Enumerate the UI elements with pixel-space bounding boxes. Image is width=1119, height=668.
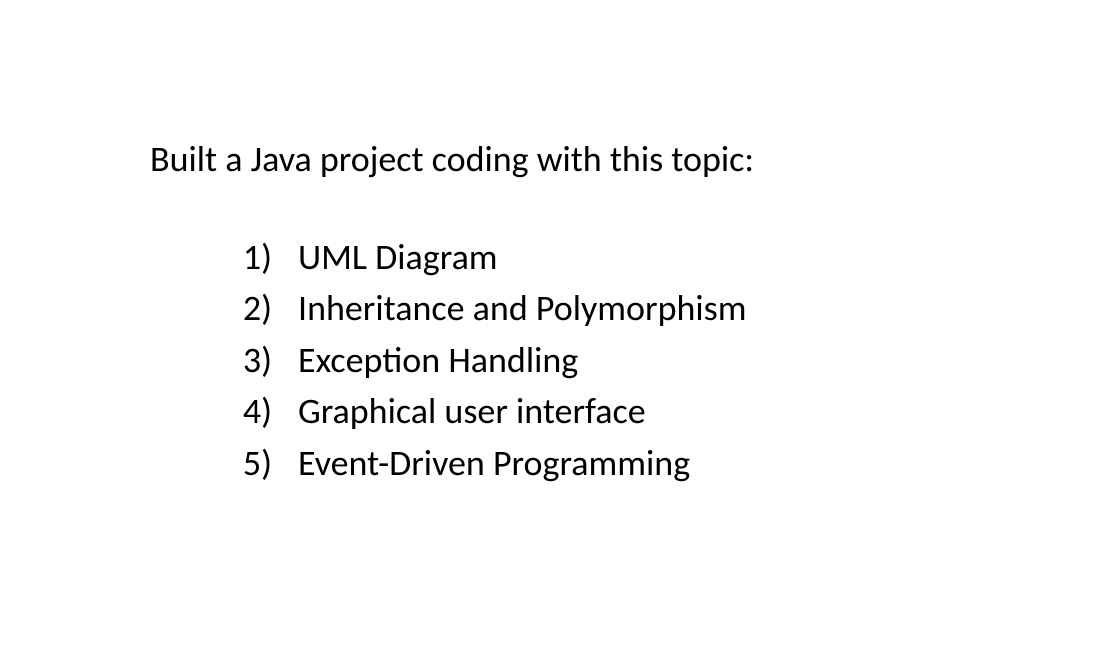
list-item: 1) UML Diagram (210, 232, 747, 282)
list-text: Inheritance and Polymorphism (272, 283, 747, 333)
document-heading: Built a Java project coding with this to… (150, 137, 754, 181)
list-number: 4) (210, 386, 272, 436)
list-item: 5) Event-Driven Programming (210, 438, 747, 488)
list-number: 1) (210, 232, 272, 282)
list-number: 3) (210, 335, 272, 385)
list-text: UML Diagram (272, 232, 498, 282)
list-item: 4) Graphical user interface (210, 386, 747, 436)
topic-list: 1) UML Diagram 2) Inheritance and Polymo… (210, 232, 747, 489)
list-text: Graphical user interface (272, 386, 646, 436)
list-item: 3) Exception Handling (210, 335, 747, 385)
list-text: Exception Handling (272, 335, 578, 385)
list-number: 5) (210, 438, 272, 488)
list-item: 2) Inheritance and Polymorphism (210, 283, 747, 333)
list-text: Event-Driven Programming (272, 438, 690, 488)
list-number: 2) (210, 283, 272, 333)
